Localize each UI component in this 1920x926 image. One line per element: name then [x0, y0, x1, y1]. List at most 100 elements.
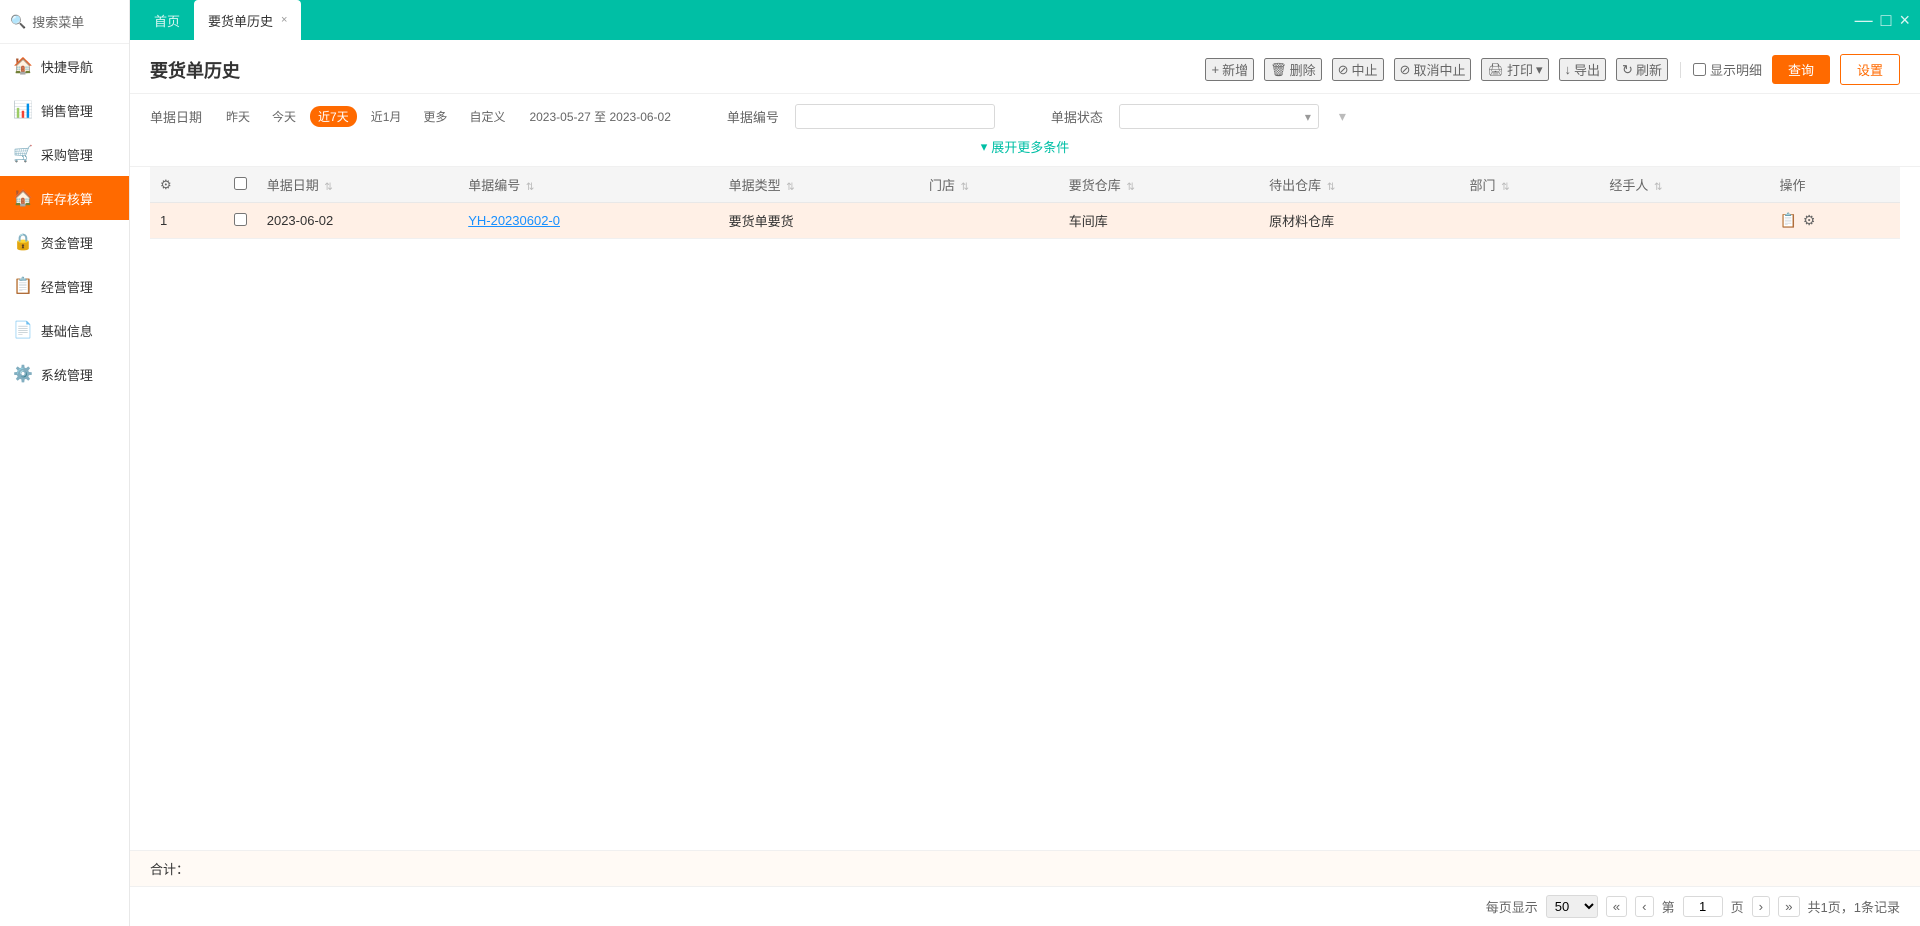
page-suffix: 页 — [1731, 897, 1744, 916]
page-title: 要货单历史 — [150, 57, 240, 83]
pagination: 每页显示 50 10 20 100 « ‹ 第 页 › » 共1页，1条记录 — [130, 886, 1920, 926]
cell-checkbox[interactable] — [224, 203, 257, 239]
search-icon: 🔍 — [10, 14, 26, 30]
minimize-button[interactable]: — — [1855, 10, 1873, 31]
print-button[interactable]: 🖨 打印 ▾ — [1481, 58, 1548, 81]
date-btn-1month[interactable]: 近1月 — [363, 106, 410, 127]
date-filter-label: 单据日期 — [150, 107, 202, 126]
date-btn-yesterday[interactable]: 昨天 — [218, 106, 258, 127]
expand-more-btn[interactable]: ▾ 展开更多条件 — [981, 137, 1070, 156]
print-label: 打印 — [1507, 60, 1533, 79]
sidebar-item-quick-nav[interactable]: 🏠 快捷导航 — [0, 44, 129, 88]
column-settings-icon[interactable]: ⚙ — [160, 177, 172, 192]
display-detail-input[interactable] — [1693, 63, 1706, 76]
sort-dept-icon[interactable]: ⇅ — [1501, 182, 1509, 193]
sidebar-item-inventory[interactable]: 🏠 库存核算 — [0, 176, 129, 220]
page-number-input[interactable] — [1683, 896, 1723, 917]
date-btn-7days[interactable]: 近7天 — [310, 106, 357, 127]
sidebar-item-sales[interactable]: 📊 销售管理 — [0, 88, 129, 132]
tab-close-icon[interactable]: × — [281, 14, 287, 26]
sort-type-icon[interactable]: ⇅ — [786, 182, 794, 193]
cancel-stop-button[interactable]: ⊘ 取消中止 — [1394, 58, 1472, 81]
status-select[interactable] — [1119, 104, 1319, 129]
stop-button[interactable]: ⊘ 中止 — [1332, 58, 1384, 81]
orders-table: ⚙ 单据日期 ⇅ 单据编号 ⇅ — [150, 167, 1900, 239]
table-area: ⚙ 单据日期 ⇅ 单据编号 ⇅ — [130, 167, 1920, 850]
query-button[interactable]: 查询 — [1772, 55, 1830, 84]
tab-order-history[interactable]: 要货单历史 × — [194, 0, 301, 40]
col-checkbox — [224, 167, 257, 203]
sidebar: 🔍 搜索菜单 🏠 快捷导航 📊 销售管理 🛒 采购管理 🏠 库存核算 🔒 资金管… — [0, 0, 130, 926]
operations-icon: 📋 — [13, 276, 33, 296]
refresh-icon: ↻ — [1622, 62, 1633, 78]
stop-icon: ⊘ — [1338, 62, 1349, 78]
add-button[interactable]: + 新增 — [1205, 58, 1254, 81]
sidebar-item-label: 快捷导航 — [41, 57, 93, 76]
add-label: 新增 — [1222, 60, 1248, 79]
sidebar-item-label: 库存核算 — [41, 189, 93, 208]
sort-date-icon[interactable]: ⇅ — [324, 182, 332, 193]
stop-label: 中止 — [1352, 60, 1378, 79]
sidebar-item-label: 销售管理 — [41, 101, 93, 120]
cell-type: 要货单要货 — [719, 203, 919, 239]
sidebar-item-system[interactable]: ⚙️ 系统管理 — [0, 352, 129, 396]
date-btn-more[interactable]: 更多 — [415, 106, 455, 127]
cancel-stop-icon: ⊘ — [1400, 62, 1411, 78]
cell-date: 2023-06-02 — [257, 203, 458, 239]
refresh-button[interactable]: ↻ 刷新 — [1616, 58, 1668, 81]
divider — [1680, 62, 1681, 78]
col-settings: ⚙ — [150, 167, 224, 203]
maximize-button[interactable]: □ — [1881, 10, 1892, 31]
row-edit-icon[interactable]: 📋 — [1779, 212, 1796, 229]
expand-down-icon: ▾ — [981, 139, 988, 155]
sidebar-item-basic-info[interactable]: 📄 基础信息 — [0, 308, 129, 352]
last-page-button[interactable]: » — [1778, 896, 1799, 917]
system-icon: ⚙️ — [13, 364, 33, 384]
sidebar-item-finance[interactable]: 🔒 资金管理 — [0, 220, 129, 264]
export-label: 导出 — [1574, 60, 1600, 79]
col-type: 单据类型 ⇅ — [719, 167, 919, 203]
date-btn-today[interactable]: 今天 — [264, 106, 304, 127]
col-store: 门店 ⇅ — [919, 167, 1059, 203]
tab-home[interactable]: 首页 — [140, 0, 194, 40]
cell-order-no[interactable]: YH-20230602-0 — [458, 203, 718, 239]
close-button[interactable]: × — [1899, 10, 1910, 31]
sort-store-icon[interactable]: ⇅ — [961, 182, 969, 193]
col-actions: 操作 — [1769, 167, 1900, 203]
sidebar-item-operations[interactable]: 📋 经营管理 — [0, 264, 129, 308]
col-dept: 部门 ⇅ — [1460, 167, 1600, 203]
per-page-select[interactable]: 50 10 20 100 — [1546, 895, 1598, 918]
sort-reqwh-icon[interactable]: ⇅ — [1126, 182, 1134, 193]
settings-button[interactable]: 设置 — [1840, 54, 1900, 85]
finance-icon: 🔒 — [13, 232, 33, 252]
select-all-checkbox[interactable] — [234, 177, 247, 190]
cell-req-warehouse: 车间库 — [1059, 203, 1259, 239]
order-no-input[interactable] — [795, 104, 995, 129]
print-arrow-icon: ▾ — [1536, 62, 1543, 78]
col-pending-warehouse: 待出仓库 ⇅ — [1259, 167, 1459, 203]
sort-orderno-icon[interactable]: ⇅ — [526, 182, 534, 193]
sales-icon: 📊 — [13, 100, 33, 120]
sidebar-item-purchase[interactable]: 🛒 采购管理 — [0, 132, 129, 176]
sidebar-search[interactable]: 🔍 搜索菜单 — [0, 0, 129, 44]
table-row[interactable]: 1 2023-06-02 YH-20230602-0 要货单要货 车间库 原材料… — [150, 203, 1900, 239]
date-btn-custom[interactable]: 自定义 — [461, 106, 513, 127]
next-page-button[interactable]: › — [1752, 896, 1770, 917]
filter-row-expand: ▾ 展开更多条件 — [150, 137, 1900, 156]
main-area: 首页 要货单历史 × — □ × 要货单历史 + 新增 🗑 删除 — [130, 0, 1920, 926]
first-page-button[interactable]: « — [1606, 896, 1627, 917]
status-select-wrapper — [1119, 104, 1319, 129]
sidebar-item-label: 资金管理 — [41, 233, 93, 252]
display-detail-checkbox[interactable]: 显示明细 — [1693, 60, 1762, 79]
sort-pendwh-icon[interactable]: ⇅ — [1327, 182, 1335, 193]
row-more-icon[interactable]: ⚙ — [1803, 212, 1816, 229]
refresh-label: 刷新 — [1636, 60, 1662, 79]
export-button[interactable]: ↓ 导出 — [1559, 58, 1607, 81]
sort-handler-icon[interactable]: ⇅ — [1654, 182, 1662, 193]
status-select-arrow: ▾ — [1339, 108, 1346, 125]
prev-page-button[interactable]: ‹ — [1635, 896, 1653, 917]
purchase-icon: 🛒 — [13, 144, 33, 164]
delete-button[interactable]: 🗑 删除 — [1264, 58, 1322, 81]
table-header: ⚙ 单据日期 ⇅ 单据编号 ⇅ — [150, 167, 1900, 203]
sidebar-item-label: 系统管理 — [41, 365, 93, 384]
